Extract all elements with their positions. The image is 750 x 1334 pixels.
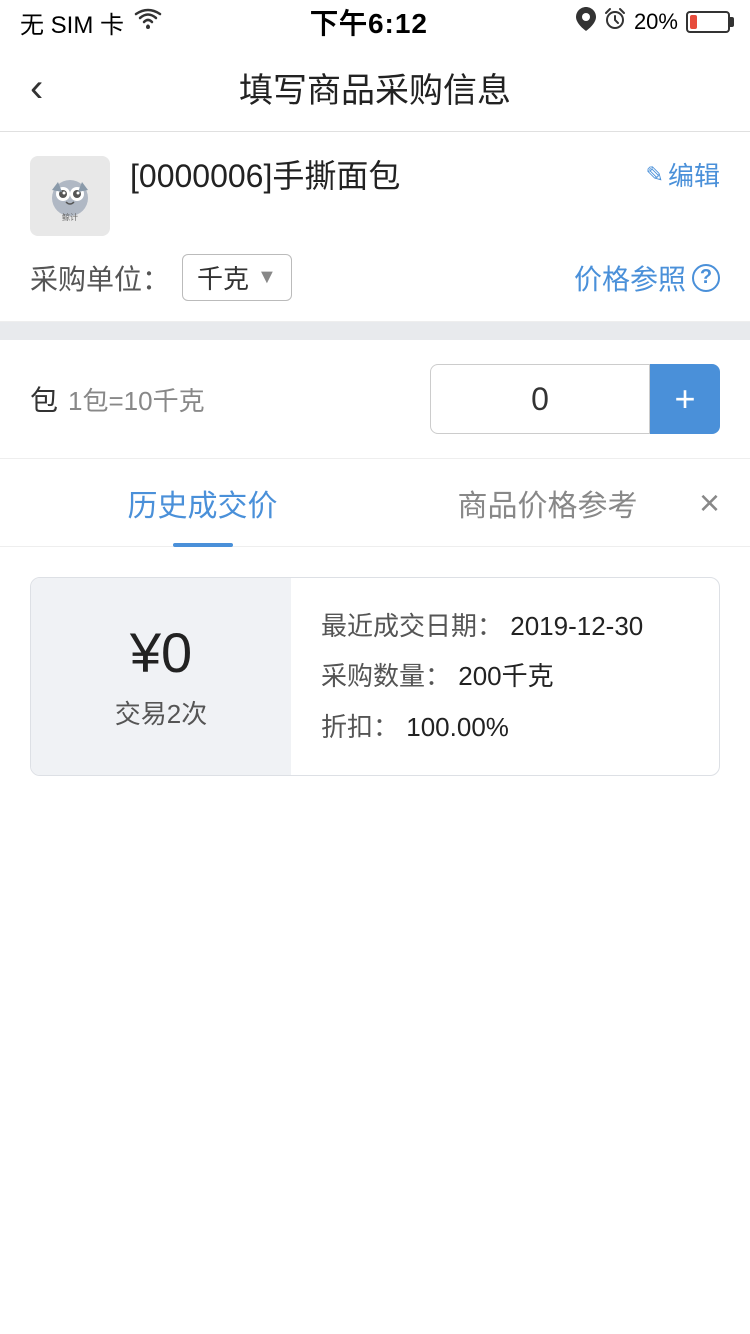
status-left: 无 SIM 卡 [20, 5, 162, 40]
unit-value: 千克 [197, 259, 249, 296]
product-image: 鲸计 [42, 168, 98, 224]
edit-button[interactable]: ✎ 编辑 [646, 156, 720, 193]
main-content-area [0, 806, 750, 1306]
tab-active-indicator [173, 543, 233, 547]
price-ref-label: 价格参照 [574, 258, 686, 298]
pack-conversion: 1包=10千克 [68, 381, 205, 418]
pack-label: 包 [30, 379, 58, 419]
quantity-label: 包 1包=10千克 [30, 379, 205, 419]
tabs-close-button[interactable]: × [699, 482, 720, 524]
no-sim-label: 无 SIM 卡 [20, 5, 124, 40]
quantity-plus-button[interactable]: + [650, 364, 720, 434]
product-header: 鲸计 [0000006]手撕面包 ✎ 编辑 [30, 156, 720, 236]
tab-price-reference[interactable]: 商品价格参考 [375, 459, 720, 547]
back-button[interactable]: ‹ [30, 68, 43, 108]
unit-label: 采购单位： [30, 258, 170, 298]
unit-dropdown-icon: ▼ [257, 266, 277, 289]
purchase-qty-label: 采购数量： [321, 661, 451, 691]
edit-icon: ✎ [646, 162, 664, 188]
wifi-icon [134, 8, 162, 37]
card-price: ¥0 [130, 622, 192, 684]
product-unit-row: 采购单位： 千克 ▼ 价格参照 ? [30, 254, 720, 301]
battery-percent: 20% [634, 9, 678, 35]
location-icon [576, 7, 596, 37]
discount-row: 折扣： 100.00% [321, 709, 689, 745]
quantity-controls: 0 + [430, 364, 720, 434]
edit-label: 编辑 [668, 156, 720, 193]
tab-history-price[interactable]: 历史成交价 [30, 459, 375, 547]
tab-reference-label: 商品价格参考 [458, 481, 638, 525]
nav-bar: ‹ 填写商品采购信息 [0, 44, 750, 132]
card-right: 最近成交日期： 2019-12-30 采购数量： 200千克 折扣： 100.0… [291, 578, 719, 775]
recent-date-label: 最近成交日期： [321, 611, 503, 641]
product-name: [0000006]手撕面包 [130, 156, 400, 198]
card-trade-count: 交易2次 [115, 694, 207, 731]
svg-text:鲸计: 鲸计 [62, 212, 78, 222]
product-section: 鲸计 [0000006]手撕面包 ✎ 编辑 采购单位： 千克 ▼ 价格参照 ? [0, 132, 750, 322]
help-icon: ? [692, 264, 720, 292]
section-divider [0, 322, 750, 340]
status-bar: 无 SIM 卡 下午6:12 20 [0, 0, 750, 44]
battery-icon [686, 11, 730, 33]
quantity-input[interactable]: 0 [430, 364, 650, 434]
recent-date-row: 最近成交日期： 2019-12-30 [321, 608, 689, 644]
recent-date-value: 2019-12-30 [510, 611, 643, 641]
tabs-panel: 历史成交价 商品价格参考 × ¥0 交易2次 最近成交日期： 2019-12-3… [0, 459, 750, 806]
purchase-qty-row: 采购数量： 200千克 [321, 658, 689, 694]
status-time: 下午6:12 [310, 2, 428, 42]
unit-selector[interactable]: 千克 ▼ [182, 254, 292, 301]
card-left: ¥0 交易2次 [31, 578, 291, 775]
product-thumbnail: 鲸计 [30, 156, 110, 236]
history-content: ¥0 交易2次 最近成交日期： 2019-12-30 采购数量： 200千克 折… [0, 547, 750, 806]
purchase-qty-value: 200千克 [458, 661, 553, 691]
page-title: 填写商品采购信息 [239, 63, 511, 112]
quantity-row: 包 1包=10千克 0 + [0, 340, 750, 459]
price-ref-button[interactable]: 价格参照 ? [574, 258, 720, 298]
tabs-header: 历史成交价 商品价格参考 × [0, 459, 750, 547]
quantity-value: 0 [531, 381, 549, 418]
discount-value: 100.00% [406, 712, 509, 742]
alarm-icon [604, 7, 626, 37]
status-right: 20% [576, 7, 730, 37]
discount-label: 折扣： [321, 712, 399, 742]
tab-history-label: 历史成交价 [128, 481, 278, 525]
history-card: ¥0 交易2次 最近成交日期： 2019-12-30 采购数量： 200千克 折… [30, 577, 720, 776]
